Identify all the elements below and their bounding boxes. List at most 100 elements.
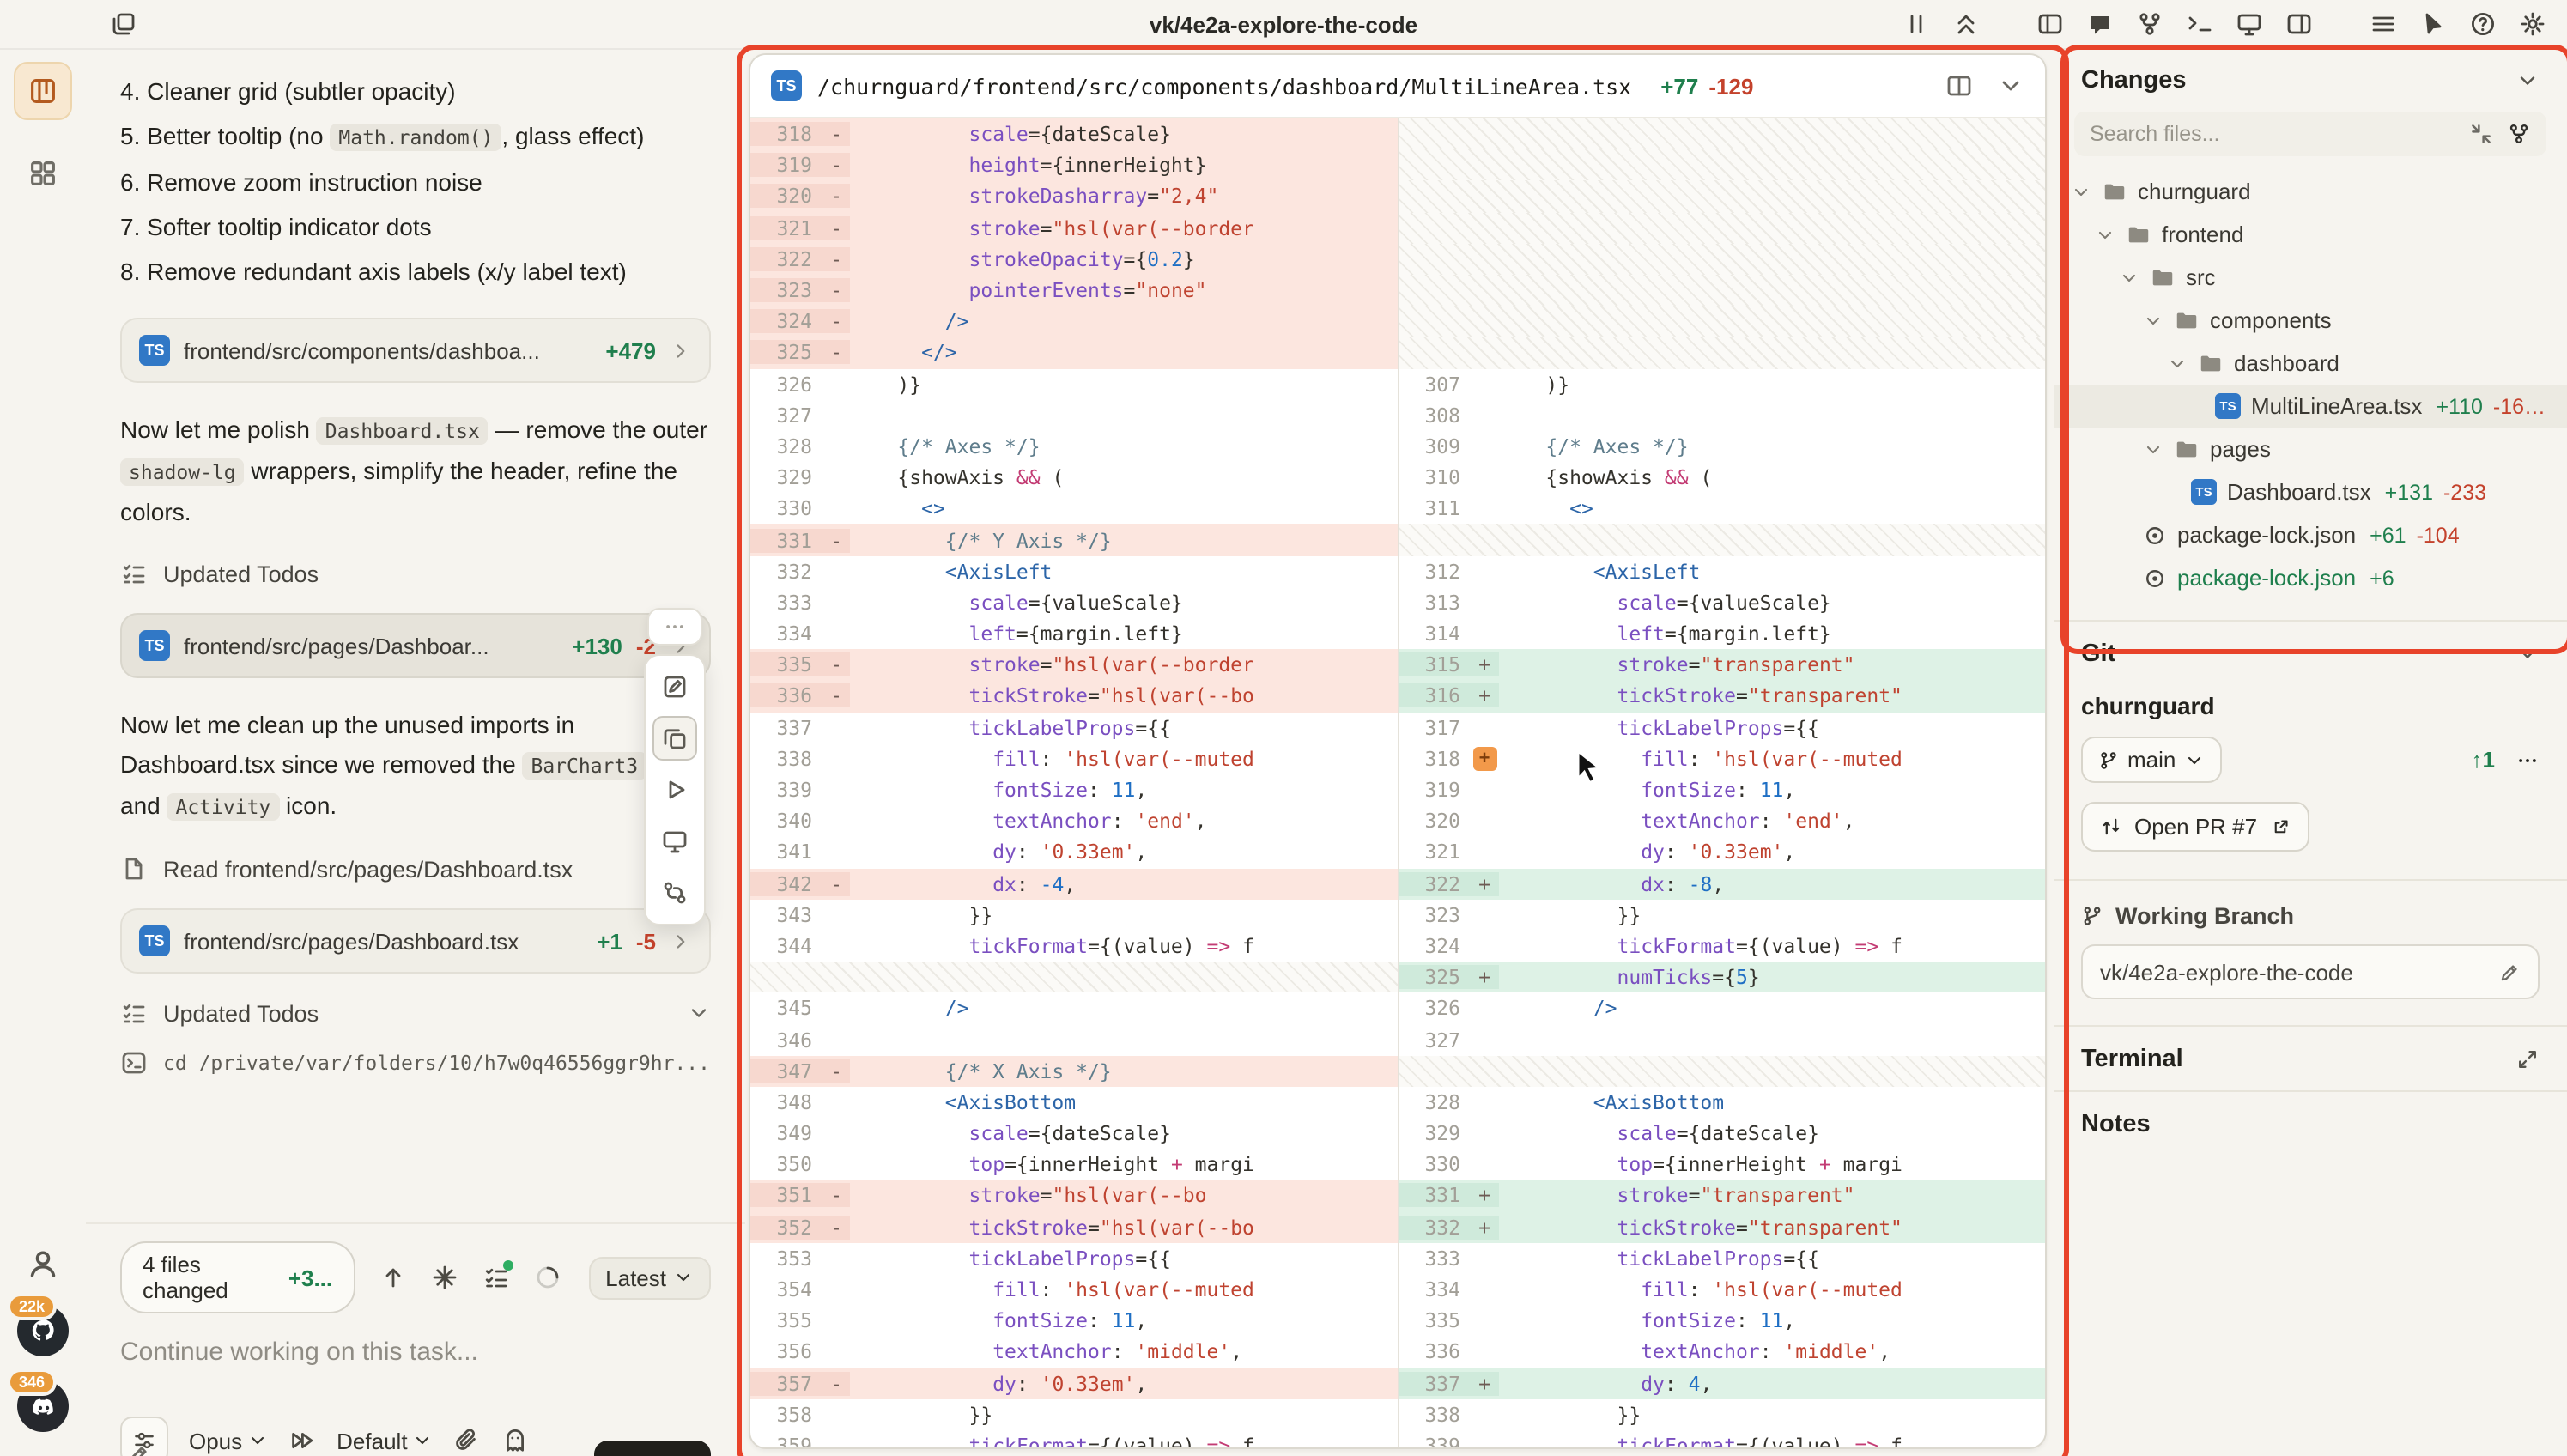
chevron-right-icon [670,930,692,952]
diff-row [1399,306,2045,337]
tree-folder-dashboard[interactable]: dashboard [2054,342,2567,385]
pencil-icon[interactable] [124,1442,151,1456]
diff-row: 320- strokeDasharray="2,4" [750,181,1397,212]
model-label: Opus [189,1428,242,1453]
panel-left-icon[interactable] [2036,10,2064,38]
todo-status-icon[interactable] [482,1264,509,1291]
file-change-chip[interactable]: TS frontend/src/pages/Dashboard.tsx +1 -… [120,908,711,974]
github-icon[interactable]: 22k [17,1305,69,1356]
preview-button[interactable] [652,819,697,864]
diff-row: 312 <AxisLeft [1399,555,2045,586]
added-count: +1 [597,928,622,954]
git-fork-icon[interactable] [2136,10,2163,38]
diff-row: 359 tickFormat={(value) => f [750,1430,1397,1447]
scroll-up-icon[interactable] [379,1264,406,1291]
read-file-item[interactable]: Read frontend/src/pages/Dashboard.tsx [120,855,711,883]
chat-input[interactable]: Continue working on this task... [120,1338,711,1403]
search-placeholder: Search files... [2090,122,2455,146]
workspace-board-icon[interactable] [14,62,72,120]
edit-icon[interactable] [2498,961,2521,983]
file-name: Dashboard.tsx [2227,479,2371,505]
added-count: +131 [2385,480,2433,504]
terminal-icon[interactable] [2186,10,2213,38]
cursor-icon[interactable] [2419,10,2447,38]
edit-selection-button[interactable] [652,664,697,709]
tree-folder-frontend[interactable]: frontend [2054,213,2567,256]
panel-right-icon[interactable] [2285,10,2313,38]
terminal-section-header[interactable]: Terminal [2054,1027,2567,1087]
file-change-chip[interactable]: TS frontend/src/components/dashboa... +4… [120,318,711,383]
file-name: frontend [2162,221,2243,247]
discord-icon[interactable]: 346 [17,1380,69,1432]
latest-dropdown[interactable]: Latest [588,1256,711,1299]
ghost-icon[interactable] [502,1427,530,1454]
menu-icon[interactable] [2370,10,2397,38]
diff-row [750,962,1397,992]
compare-button[interactable] [652,871,697,915]
ts-file-icon: TS [2215,393,2241,419]
changes-section-header[interactable]: Changes [2054,48,2567,108]
tree-file-package-lock.json[interactable]: package-lock.json+6 [2054,556,2567,599]
collapse-file-icon[interactable] [1997,72,2024,100]
terminal-command-item[interactable]: cd /private/var/folders/10/h7w0q46556ggr… [120,1049,711,1077]
diff-row: 330 top={innerHeight + margi [1399,1149,2045,1180]
diff-row: 358 }} [750,1398,1397,1429]
branch-selector[interactable]: main [2081,737,2222,783]
expand-icon[interactable] [2515,1047,2540,1071]
grid-icon[interactable] [27,158,58,189]
model-dropdown[interactable]: Opus [189,1428,268,1453]
git-section-header[interactable]: Git [2054,622,2567,682]
chevron-down-icon[interactable] [687,1001,711,1025]
copy-button[interactable] [652,716,697,761]
removed-count: -104 [2417,523,2460,547]
diff-row: 338 fill: 'hsl(var(--muted [750,743,1397,774]
help-icon[interactable] [2469,10,2497,38]
more-options-icon[interactable] [2515,748,2540,772]
diff-row: 313 scale={valueScale} [1399,587,2045,618]
todo-update-item[interactable]: Updated Todos [120,560,711,587]
palette-drag-handle[interactable] [647,608,702,646]
diff-row: 332 <AxisLeft [750,555,1397,586]
tree-file-package-lock.json[interactable]: package-lock.json+61-104 [2054,513,2567,556]
gear-icon[interactable] [2519,10,2546,38]
split-view-icon[interactable] [1945,72,1973,100]
diff-row: 340 textAnchor: 'end', [750,805,1397,836]
diff-row: 333 scale={valueScale} [750,587,1397,618]
add-comment-button[interactable]: + [1472,747,1496,771]
files-changed-label: 4 files changed [143,1252,280,1303]
tree-view-icon[interactable] [2507,122,2531,146]
diff-row: 331- {/* Y Axis */} [750,525,1397,555]
attachment-icon[interactable] [454,1427,482,1454]
discord-count-badge: 346 [7,1368,57,1396]
added-count: +110 [2436,394,2482,418]
file-name: churnguard [2138,179,2251,204]
send-button[interactable]: Send [595,1440,711,1456]
fast-forward-icon[interactable] [288,1427,316,1454]
todo-update-item[interactable]: Updated Todos [120,999,711,1027]
run-button[interactable] [652,767,697,812]
file-change-chip[interactable]: TS frontend/src/pages/Dashboar... +130 -… [120,613,711,678]
sparkle-icon[interactable] [430,1264,458,1291]
tree-folder-pages[interactable]: pages [2054,428,2567,470]
collapse-tree-icon[interactable] [2469,122,2493,146]
notes-section-header[interactable]: Notes [2054,1092,2567,1152]
tree-folder-components[interactable]: components [2054,299,2567,342]
chevron-down-icon [2167,353,2188,373]
windows-icon[interactable] [110,10,137,38]
monitor-icon[interactable] [2236,10,2263,38]
diff-row: 338 }} [1399,1398,2045,1429]
tree-file-Dashboard.tsx[interactable]: TSDashboard.tsx+131-233 [2054,470,2567,513]
pause-icon[interactable] [1902,10,1930,38]
mode-dropdown[interactable]: Default [337,1428,433,1453]
working-branch-field[interactable]: vk/4e2a-explore-the-code [2081,944,2540,999]
tree-folder-src[interactable]: src [2054,256,2567,299]
latest-label: Latest [605,1265,666,1290]
open-pr-button[interactable]: Open PR #7 [2081,802,2309,852]
tree-folder-churnguard[interactable]: churnguard [2054,170,2567,213]
account-icon[interactable] [26,1247,60,1281]
tree-file-MultiLineArea.tsx[interactable]: TSMultiLineArea.tsx+110-16… [2054,385,2567,428]
chat-icon[interactable] [2086,10,2114,38]
file-search-input[interactable]: Search files... [2074,112,2546,156]
files-changed-pill[interactable]: 4 files changed +3... [120,1241,355,1313]
collapse-icon[interactable] [1952,10,1980,38]
